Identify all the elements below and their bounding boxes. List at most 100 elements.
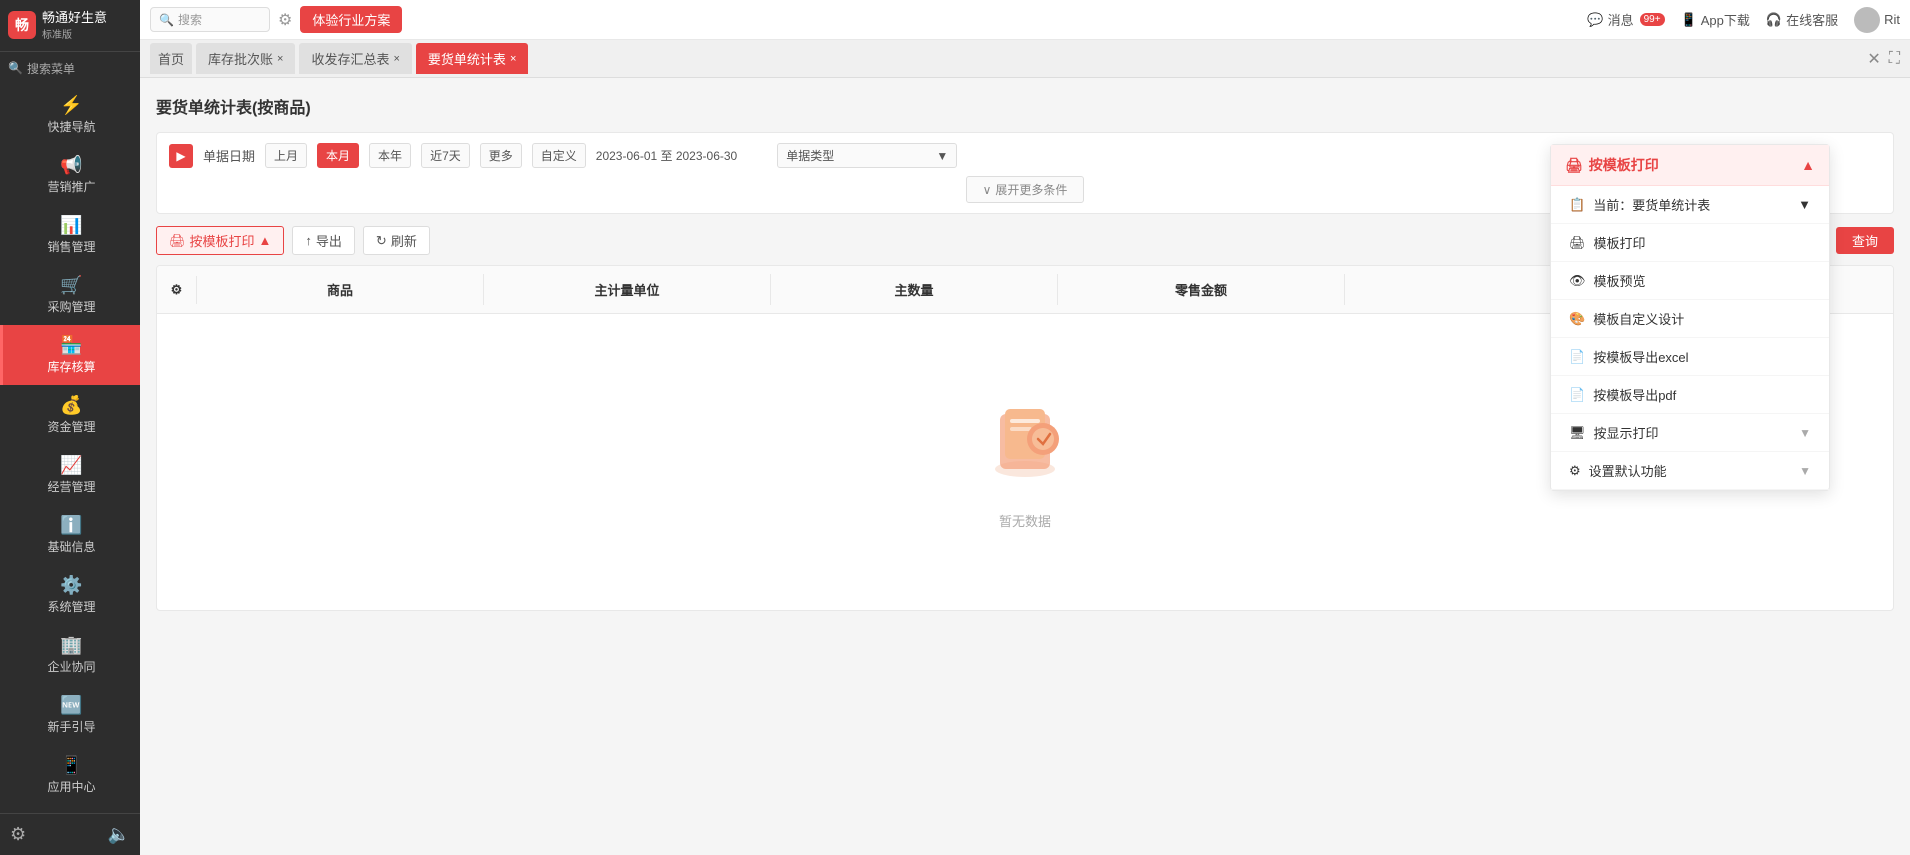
display-print-label: 按显示打印 [1594, 423, 1659, 442]
date-btn-more[interactable]: 更多 [480, 143, 522, 168]
sidebar-item-quick-nav[interactable]: ⚡ 快捷导航 [0, 85, 140, 145]
dropdown-current-template[interactable]: 📋 当前：要货单统计表 ▼ [1551, 186, 1829, 224]
date-btn-custom[interactable]: 自定义 [532, 143, 586, 168]
sidebar-item-base-info[interactable]: ℹ️ 基础信息 [0, 505, 140, 565]
order-type-label: 单据类型 [786, 147, 834, 164]
sidebar-item-app-center[interactable]: 📱 应用中心 [0, 745, 140, 805]
sidebar-item-purchase[interactable]: 🛒 采购管理 [0, 265, 140, 325]
sidebar-item-finance[interactable]: 💰 资金管理 [0, 385, 140, 445]
sidebar-item-system[interactable]: ⚙️ 系统管理 [0, 565, 140, 625]
sidebar-item-new-guide[interactable]: 🆕 新手引导 [0, 685, 140, 745]
template-preview-icon: 👁 [1569, 273, 1586, 289]
tab-inventory-batch[interactable]: 库存批次账 × [196, 43, 295, 74]
current-template-icon: 📋 [1569, 197, 1585, 213]
logo-text-group: 畅通好生意 标准版 [42, 10, 107, 41]
settings-footer-icon[interactable]: ⚙ [10, 824, 26, 845]
display-print-icon: 🖥 [1569, 425, 1586, 441]
export-label: 导出 [316, 231, 342, 250]
empty-text: 暂无数据 [999, 511, 1051, 530]
export-excel-label: 按模板导出excel [1593, 347, 1688, 366]
filter-expand-icon[interactable]: ▶ [169, 144, 193, 168]
dropdown-template-design[interactable]: 🎨 模板自定义设计 [1551, 300, 1829, 338]
chevron-down-icon: ∨ [983, 183, 992, 197]
messages-badge: 99+ [1640, 13, 1665, 26]
system-icon: ⚙️ [60, 575, 82, 596]
date-btn-current-year[interactable]: 本年 [369, 143, 411, 168]
template-design-label: 模板自定义设计 [1593, 309, 1684, 328]
inventory-icon: 🏪 [60, 335, 82, 356]
set-default-arrow: ▼ [1799, 464, 1811, 478]
date-btn-current-month[interactable]: 本月 [317, 143, 359, 168]
dropdown-header: 🖨 按模板打印 ▲ [1551, 145, 1829, 186]
date-btn-prev-month[interactable]: 上月 [265, 143, 307, 168]
date-filter-label: 单据日期 [203, 146, 255, 165]
tab-order-stats-label: 要货单统计表 [428, 49, 506, 68]
set-default-icon: ⚙ [1569, 463, 1581, 479]
online-service-btn[interactable]: 🎧 在线客服 [1766, 10, 1838, 29]
tabbar-actions: ✕ ⛶ [1867, 49, 1900, 69]
dropdown-export-pdf[interactable]: 📄 按模板导出pdf [1551, 376, 1829, 414]
dropdown-template-preview[interactable]: 👁 模板预览 [1551, 262, 1829, 300]
messages-btn[interactable]: 💬 消息 99+ [1587, 10, 1664, 29]
chevron-up-icon: ▲ [259, 233, 272, 248]
dropdown-collapse-btn[interactable]: ▲ [1801, 157, 1815, 173]
logo-icon: 畅 [8, 11, 36, 39]
template-print-btn[interactable]: 🖨 按模板打印 ▲ [156, 226, 284, 255]
date-btn-last-7-days[interactable]: 近7天 [421, 143, 470, 168]
tab-home-label: 首页 [158, 49, 184, 68]
dropdown-set-default[interactable]: ⚙ 设置默认功能 ▼ [1551, 452, 1829, 490]
tab-receipt-summary-close[interactable]: × [393, 53, 399, 65]
refresh-btn[interactable]: ↻ 刷新 [363, 226, 430, 255]
dropdown-display-print-left: 🖥 按显示打印 [1569, 423, 1659, 442]
order-type-select[interactable]: 单据类型 ▼ [777, 143, 957, 168]
dropdown-header-left: 🖨 按模板打印 [1565, 155, 1659, 175]
tab-receipt-summary[interactable]: 收发存汇总表 × [299, 43, 411, 74]
tab-inventory-batch-label: 库存批次账 [208, 49, 273, 68]
template-print-label: 按模板打印 [190, 231, 255, 250]
topbar-gear-icon[interactable]: ⚙ [278, 10, 292, 30]
sidebar: 畅 畅通好生意 标准版 🔍 搜索菜单 ⚡ 快捷导航 📢 营销推广 📊 销售管理 … [0, 0, 140, 855]
dropdown-display-print[interactable]: 🖥 按显示打印 ▼ [1551, 414, 1829, 452]
sidebar-search[interactable]: 🔍 搜索菜单 [0, 52, 140, 85]
purchase-icon: 🛒 [60, 275, 82, 296]
export-btn[interactable]: ↑ 导出 [292, 226, 355, 255]
sidebar-item-marketing[interactable]: 📢 营销推广 [0, 145, 140, 205]
query-btn[interactable]: 查询 [1836, 227, 1894, 254]
user-name: Rit [1884, 12, 1900, 27]
app-download-btn[interactable]: 📱 App下载 [1681, 10, 1750, 29]
tab-expand-icon[interactable]: ⛶ [1889, 50, 1900, 68]
sidebar-item-label: 快捷导航 [47, 118, 95, 135]
app-name: 畅通好生意 [42, 10, 107, 26]
sidebar-item-wechat[interactable]: 💬 企业微信 [0, 805, 140, 813]
speaker-footer-icon[interactable]: 🔈 [108, 824, 130, 845]
topbar-left: 🔍 搜索 ⚙ 体验行业方案 [150, 6, 1577, 33]
dropdown-template-print[interactable]: 🖨 模板打印 [1551, 224, 1829, 262]
template-design-icon: 🎨 [1569, 311, 1585, 327]
new-guide-icon: 🆕 [60, 695, 82, 716]
sidebar-item-label: 企业协同 [47, 658, 95, 675]
tab-close-all-icon[interactable]: ✕ [1867, 49, 1880, 69]
topbar-search-icon: 🔍 [159, 13, 174, 27]
topbar-search-placeholder: 搜索 [178, 11, 202, 28]
user-avatar-btn[interactable]: Rit [1854, 7, 1900, 33]
tab-receipt-summary-label: 收发存汇总表 [311, 49, 389, 68]
col-settings[interactable]: ⚙ [157, 276, 197, 304]
sales-icon: 📊 [60, 215, 82, 236]
sidebar-item-label: 库存核算 [47, 358, 95, 375]
sidebar-item-enterprise[interactable]: 🏢 企业协同 [0, 625, 140, 685]
sidebar-item-sales[interactable]: 📊 销售管理 [0, 205, 140, 265]
export-excel-icon: 📄 [1569, 349, 1585, 365]
tabbar: 首页 库存批次账 × 收发存汇总表 × 要货单统计表 × ✕ ⛶ [140, 40, 1910, 78]
refresh-icon: ↻ [376, 233, 387, 249]
industry-btn[interactable]: 体验行业方案 [300, 6, 402, 33]
sidebar-item-inventory[interactable]: 🏪 库存核算 [0, 325, 140, 385]
tab-order-stats-close[interactable]: × [510, 53, 516, 65]
app-center-icon: 📱 [60, 755, 82, 776]
sidebar-item-operations[interactable]: 📈 经营管理 [0, 445, 140, 505]
tab-home[interactable]: 首页 [150, 43, 192, 74]
tab-order-stats[interactable]: 要货单统计表 × [416, 43, 528, 74]
topbar-search-box[interactable]: 🔍 搜索 [150, 7, 270, 32]
expand-more-btn[interactable]: ∨ 展开更多条件 [966, 176, 1085, 203]
tab-inventory-batch-close[interactable]: × [277, 53, 283, 65]
dropdown-export-excel[interactable]: 📄 按模板导出excel [1551, 338, 1829, 376]
